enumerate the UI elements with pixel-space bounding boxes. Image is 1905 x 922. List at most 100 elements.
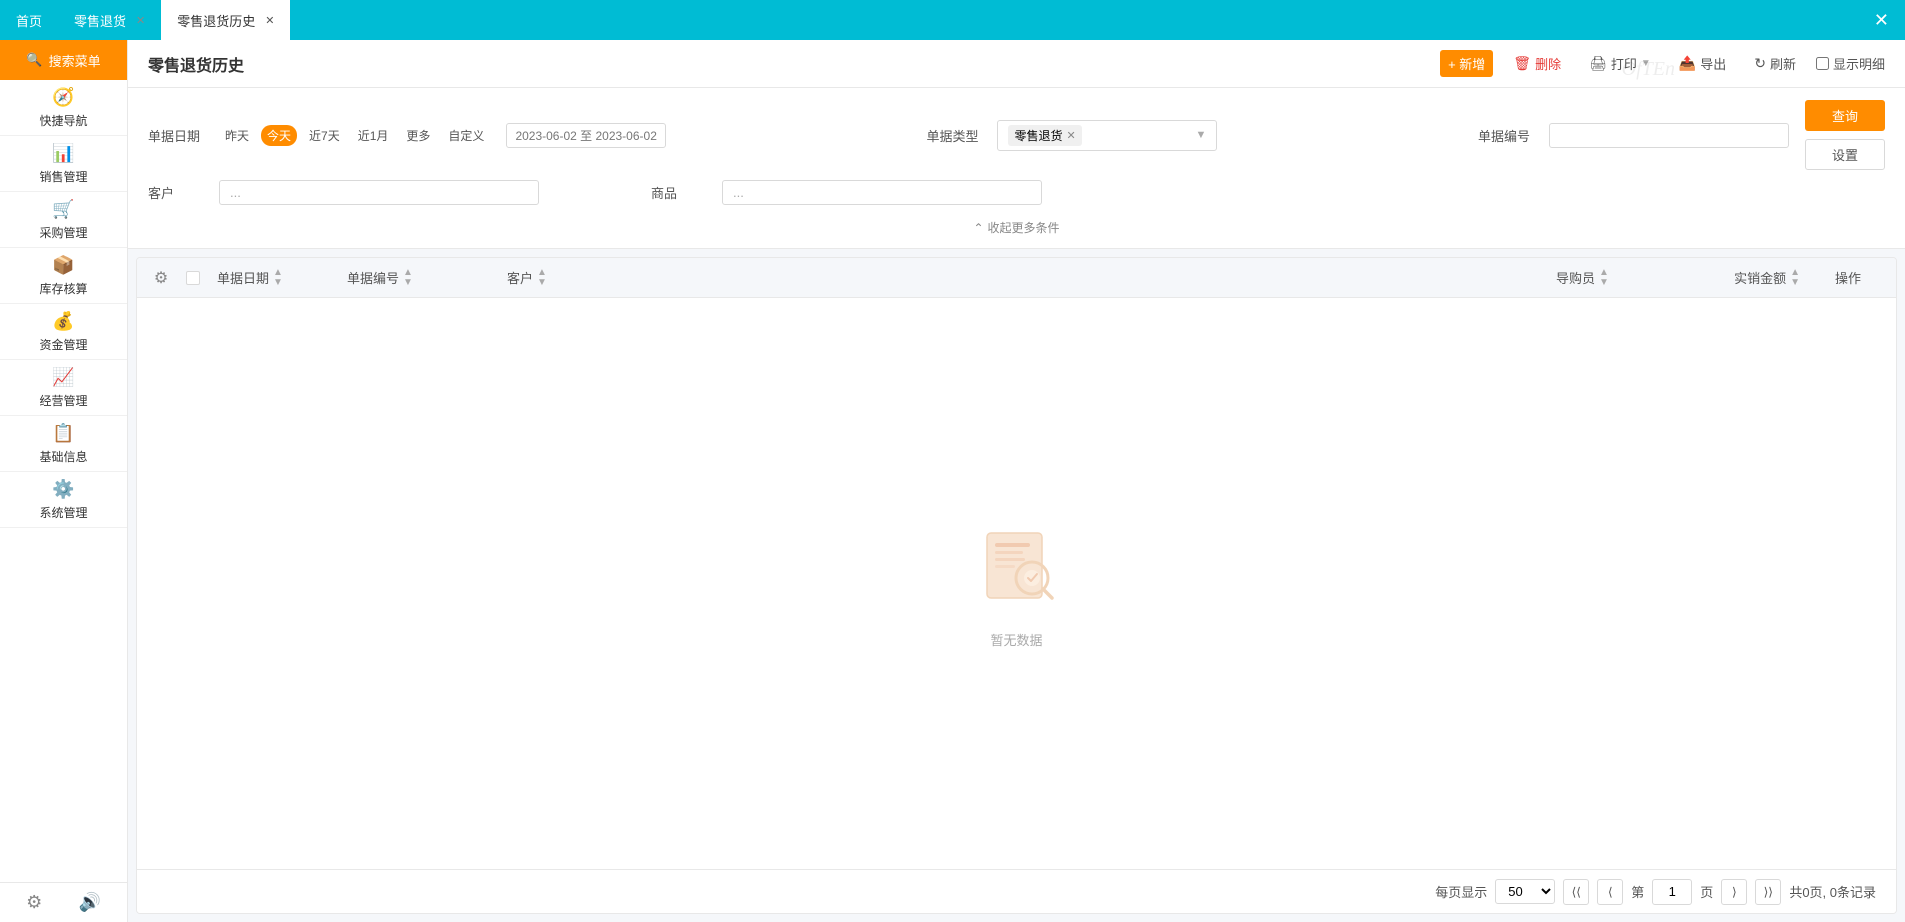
th-amount-label: 实销金额: [1734, 268, 1786, 287]
tab-retail-return[interactable]: 零售退货 ✕: [58, 0, 161, 40]
doc-type-filter-label: 单据类型: [926, 126, 981, 145]
th-guide-sort-icon: ▲▼: [1599, 268, 1609, 288]
page-size-label: 每页显示: [1435, 882, 1487, 901]
header-checkbox[interactable]: [186, 271, 200, 285]
first-page-button[interactable]: ⟨⟨: [1563, 879, 1589, 905]
th-checkbox[interactable]: [177, 271, 209, 285]
next-page-button[interactable]: ⟩: [1721, 879, 1747, 905]
sidebar-item-sys-mgmt[interactable]: ⚙️ 系统管理: [0, 472, 127, 528]
tab-retail-return-history-close[interactable]: ✕: [265, 14, 274, 27]
th-customer-label: 客户: [507, 268, 533, 287]
tab-retail-return-close[interactable]: ✕: [136, 14, 145, 27]
delete-icon: 🗑: [1513, 55, 1531, 72]
date-range-value[interactable]: 2023-06-02 至 2023-06-02: [506, 123, 665, 148]
th-guide[interactable]: 导购员 ▲▼: [1548, 268, 1688, 288]
empty-text: 暂无数据: [990, 630, 1042, 649]
sidebar-item-sales-mgmt[interactable]: 📊 销售管理: [0, 136, 127, 192]
export-icon: 📤: [1679, 55, 1696, 72]
purchase-mgmt-icon: 🛒: [52, 199, 74, 220]
sidebar-item-basic-info-label: 基础信息: [39, 448, 87, 465]
show-detail-label: 显示明细: [1833, 54, 1885, 73]
delete-button-label: 删除: [1535, 54, 1561, 73]
th-customer[interactable]: 客户 ▲▼: [499, 268, 1548, 288]
tab-home[interactable]: 首页: [0, 0, 58, 40]
print-icon: 🖨: [1589, 55, 1607, 72]
export-button[interactable]: 📤 导出: [1671, 50, 1734, 77]
page-number-input[interactable]: [1652, 879, 1692, 905]
doc-no-input[interactable]: [1549, 123, 1789, 148]
refresh-button-label: 刷新: [1770, 54, 1796, 73]
tab-retail-return-history[interactable]: 零售退货历史 ✕: [161, 0, 290, 40]
date-opt-1month[interactable]: 近1月: [352, 125, 395, 146]
filter-settings-button[interactable]: 设置: [1805, 139, 1885, 170]
sidebar-item-basic-info[interactable]: 📋 基础信息: [0, 416, 127, 472]
filter-row-1: 单据日期 昨天 今天 近7天 近1月 更多 自定义 2023-06-02 至 2…: [148, 100, 1885, 170]
date-opt-custom[interactable]: 自定义: [442, 125, 490, 146]
show-detail-checkbox[interactable]: [1816, 57, 1829, 70]
th-settings[interactable]: ⚙: [145, 268, 177, 288]
add-button[interactable]: + 新增: [1440, 50, 1493, 77]
finance-icon: 💰: [52, 311, 74, 332]
sidebar-item-ops-mgmt[interactable]: 📈 经营管理: [0, 360, 127, 416]
goods-filter-label: 商品: [651, 183, 706, 202]
date-options: 昨天 今天 近7天 近1月 更多 自定义: [219, 125, 490, 146]
doc-type-select[interactable]: 零售退货 ✕ ▼: [997, 120, 1217, 151]
goods-ellipsis: ...: [733, 185, 744, 200]
th-date-sort-icon: ▲▼: [273, 268, 283, 288]
page-label-prefix: 第: [1631, 882, 1644, 901]
sales-mgmt-icon: 📊: [52, 143, 74, 164]
tab-retail-return-label: 零售退货: [74, 11, 126, 30]
sidebar-item-quick-nav[interactable]: 🧭 快捷导航: [0, 80, 127, 136]
customer-filter-label: 客户: [148, 183, 203, 202]
inventory-icon: 📦: [52, 255, 74, 276]
page-size-select[interactable]: 20 50 100: [1495, 879, 1555, 904]
date-opt-today[interactable]: 今天: [261, 125, 297, 146]
sidebar-item-sales-mgmt-label: 销售管理: [39, 168, 87, 185]
header-actions: + 新增 🗑 删除 🖨 打印 ▼ 📤 导出 ↻ 刷新: [1440, 50, 1885, 77]
sidebar-item-inventory[interactable]: 📦 库存核算: [0, 248, 127, 304]
refresh-button[interactable]: ↻ 刷新: [1746, 50, 1804, 77]
tab-bar: 首页 零售退货 ✕ 零售退货历史 ✕ ✕: [0, 0, 1905, 40]
show-detail-checkbox-area[interactable]: 显示明细: [1816, 54, 1885, 73]
prev-page-button[interactable]: ⟨: [1597, 879, 1623, 905]
print-button[interactable]: 🖨 打印 ▼: [1581, 50, 1659, 77]
date-opt-yesterday[interactable]: 昨天: [219, 125, 255, 146]
th-doc-no[interactable]: 单据编号 ▲▼: [339, 268, 499, 288]
refresh-icon: ↻: [1754, 55, 1766, 72]
settings-bottom-icon[interactable]: ⚙: [26, 892, 42, 913]
last-page-button[interactable]: ⟩⟩: [1755, 879, 1781, 905]
table-section: ⚙ 单据日期 ▲▼ 单据编号 ▲▼ 客户 ▲▼ 导购员: [136, 257, 1897, 914]
doc-type-tag-value: 零售退货: [1014, 127, 1062, 144]
th-date[interactable]: 单据日期 ▲▼: [209, 268, 339, 288]
collapse-label: 收起更多条件: [988, 219, 1060, 236]
basic-info-icon: 📋: [52, 423, 74, 444]
collapse-button[interactable]: ⌃ 收起更多条件: [961, 215, 1071, 240]
print-dropdown-icon: ▼: [1641, 58, 1651, 69]
search-icon: 🔍: [26, 52, 42, 68]
doc-type-tag-close[interactable]: ✕: [1066, 129, 1075, 142]
customer-select[interactable]: ...: [219, 180, 539, 205]
sidebar-item-purchase-mgmt[interactable]: 🛒 采购管理: [0, 192, 127, 248]
collapse-icon: ⌃: [973, 221, 983, 235]
sidebar-nav: 🧭 快捷导航 📊 销售管理 🛒 采购管理 📦 库存核算 💰 资金管理 📈: [0, 80, 127, 882]
th-doc-no-sort-icon: ▲▼: [403, 268, 413, 288]
date-opt-more[interactable]: 更多: [400, 125, 436, 146]
filter-right-buttons: 查询 设置: [1805, 100, 1885, 170]
th-action: 操作: [1808, 268, 1888, 287]
close-window-button[interactable]: ✕: [1874, 10, 1905, 31]
speaker-icon[interactable]: 🔊: [78, 892, 100, 913]
date-opt-7days[interactable]: 近7天: [303, 125, 346, 146]
sidebar-search[interactable]: 🔍 搜索菜单: [0, 40, 127, 80]
sidebar-item-purchase-mgmt-label: 采购管理: [39, 224, 87, 241]
pagination: 每页显示 20 50 100 ⟨⟨ ⟨ 第 页 ⟩ ⟩⟩ 共0页, 0条记录: [137, 869, 1896, 913]
delete-button[interactable]: 🗑 删除: [1505, 50, 1569, 77]
goods-select[interactable]: ...: [722, 180, 1042, 205]
table-body-empty: 暂无数据: [137, 298, 1896, 869]
th-amount[interactable]: 实销金额 ▲▼: [1688, 268, 1808, 288]
page-header: 零售退货历史 + 新增 🗑 删除 🖨 打印 ▼ 📤 导出: [128, 40, 1905, 88]
ops-mgmt-icon: 📈: [52, 367, 74, 388]
quick-nav-icon: 🧭: [52, 87, 74, 108]
page-title: 零售退货历史: [148, 52, 1440, 76]
sidebar-item-finance[interactable]: 💰 资金管理: [0, 304, 127, 360]
query-button[interactable]: 查询: [1805, 100, 1885, 131]
